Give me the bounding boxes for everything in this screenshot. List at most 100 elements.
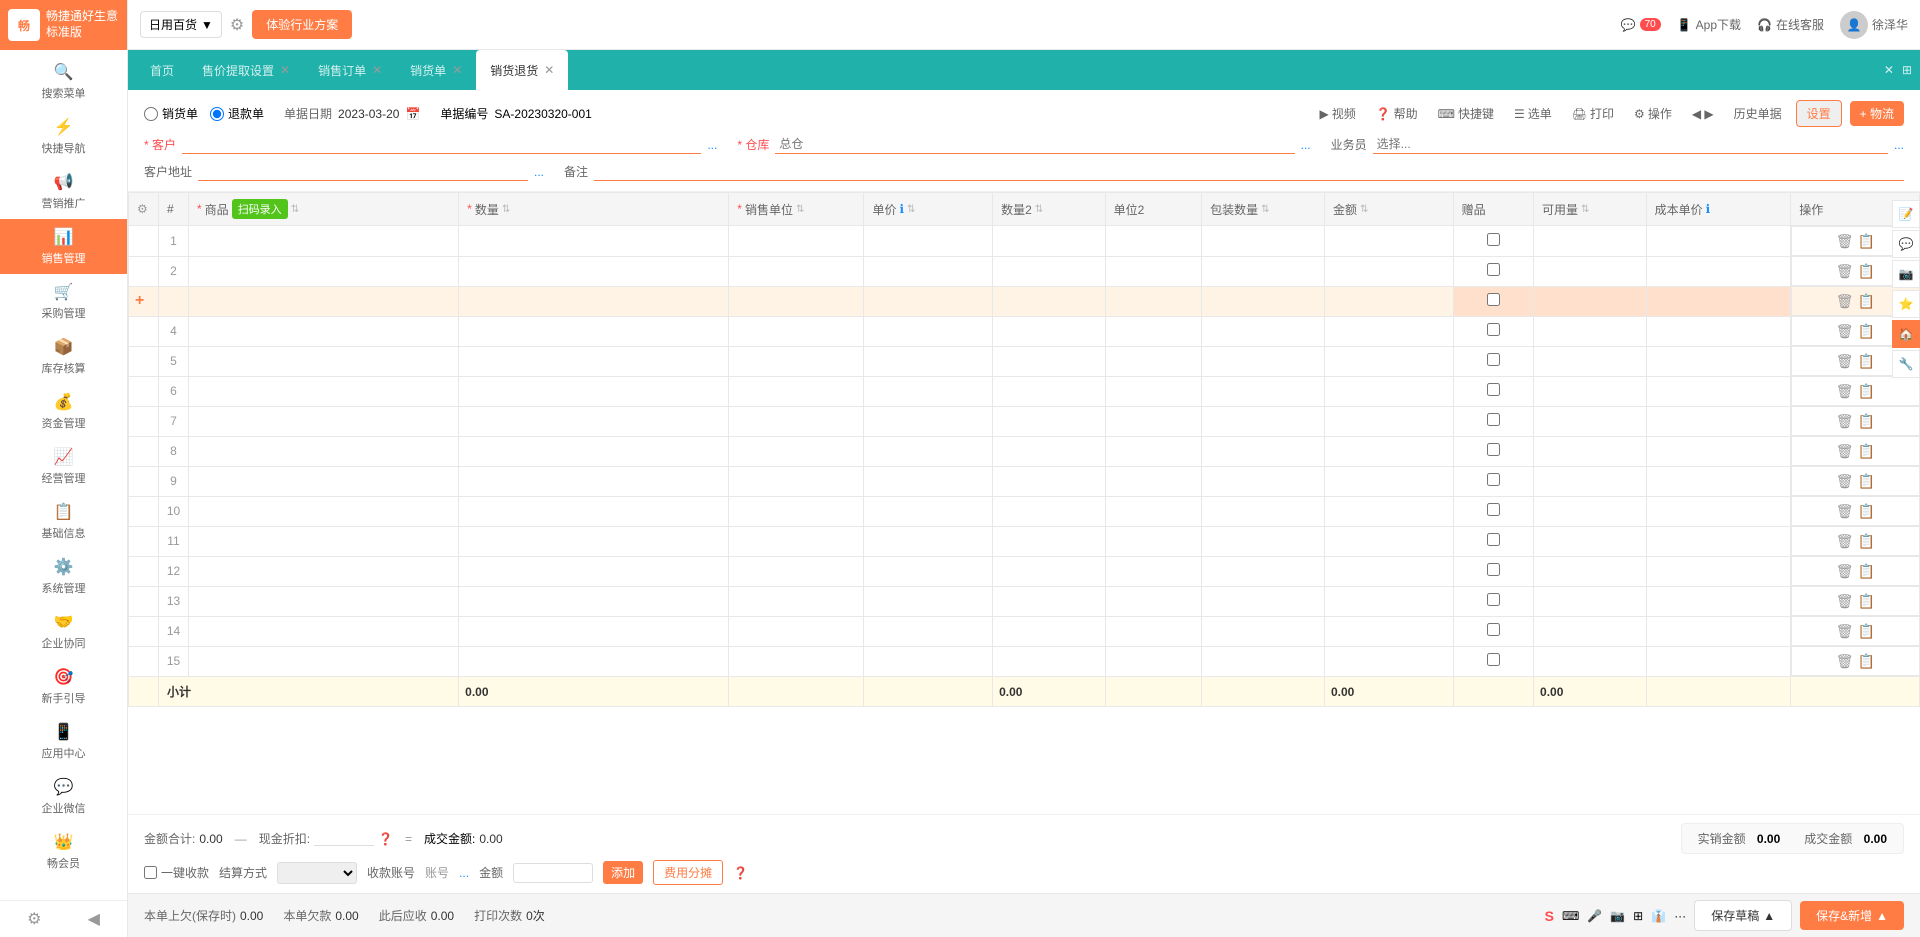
qty-input-1[interactable]	[465, 234, 722, 248]
copy-icon-1[interactable]: 📋	[1858, 233, 1875, 250]
product-input-1[interactable]	[195, 234, 452, 248]
gift-checkbox-5[interactable]	[1487, 353, 1500, 366]
product-sort-icon[interactable]: ⇅	[291, 204, 299, 215]
copy-icon-5[interactable]: 📋	[1858, 353, 1875, 370]
toolbar-operation-btn[interactable]: ⚙ 操作	[1628, 103, 1678, 124]
delete-icon-1[interactable]: 🗑	[1836, 233, 1854, 250]
cost-info-icon[interactable]: ℹ	[1706, 202, 1711, 216]
radio-return[interactable]: 退款单	[210, 105, 264, 122]
salesperson-input[interactable]	[1373, 135, 1888, 154]
delete-icon-13[interactable]: 🗑	[1836, 593, 1854, 610]
copy-icon-6[interactable]: 📋	[1858, 383, 1875, 400]
tab-delivery[interactable]: 销货单 ✕	[396, 50, 476, 90]
copy-icon-11[interactable]: 📋	[1858, 533, 1875, 550]
copy-icon-10[interactable]: 📋	[1858, 503, 1875, 520]
address-input[interactable]	[198, 162, 528, 181]
sidebar-item-marketing[interactable]: 📢 营销推广	[0, 164, 127, 219]
save-draft-btn[interactable]: 保存草稿 ▲	[1694, 900, 1792, 931]
gift-checkbox-3[interactable]	[1487, 293, 1500, 306]
copy-icon-4[interactable]: 📋	[1858, 323, 1875, 340]
sidebar-item-shortcuts[interactable]: ⚡ 快捷导航	[0, 109, 127, 164]
copy-icon-14[interactable]: 📋	[1858, 623, 1875, 640]
qty2-sort-icon[interactable]: ⇅	[1035, 204, 1043, 215]
avail-sort-icon[interactable]: ⇅	[1581, 204, 1589, 215]
gift-checkbox-6[interactable]	[1487, 383, 1500, 396]
tab-price[interactable]: 售价提取设置 ✕	[188, 50, 304, 90]
toolbar-video-btn[interactable]: ▶ 视频	[1313, 103, 1361, 124]
copy-icon-3[interactable]: 📋	[1858, 293, 1875, 310]
radio-delivery-input[interactable]	[144, 107, 158, 121]
delete-icon-2[interactable]: 🗑	[1836, 263, 1854, 280]
tab-delivery-close[interactable]: ✕	[452, 63, 462, 77]
delete-icon-9[interactable]: 🗑	[1836, 473, 1854, 490]
delete-icon-7[interactable]: 🗑	[1836, 413, 1854, 430]
onepay-check[interactable]: 一键收款	[144, 864, 209, 881]
delete-icon-10[interactable]: 🗑	[1836, 503, 1854, 520]
save-new-btn[interactable]: 保存&新增 ▲	[1800, 901, 1904, 930]
experience-btn[interactable]: 体验行业方案	[252, 10, 352, 39]
copy-icon-8[interactable]: 📋	[1858, 443, 1875, 460]
settings-button[interactable]: 设置	[1796, 100, 1842, 127]
gift-checkbox-2[interactable]	[1487, 263, 1500, 276]
tab-return[interactable]: 销货退货 ✕	[476, 50, 568, 90]
gift-checkbox-4[interactable]	[1487, 323, 1500, 336]
sidebar-item-enterprise[interactable]: 🤝 企业协同	[0, 604, 127, 659]
copy-icon-15[interactable]: 📋	[1858, 653, 1875, 670]
gift-checkbox-8[interactable]	[1487, 443, 1500, 456]
toolbar-history-label[interactable]: 历史单据	[1728, 103, 1788, 124]
tab-close-all-icon[interactable]: ✕	[1884, 63, 1894, 77]
table-gear-icon[interactable]: ⚙	[137, 202, 148, 216]
sidebar-item-purchase[interactable]: 🛒 采购管理	[0, 274, 127, 329]
gift-checkbox-13[interactable]	[1487, 593, 1500, 606]
toolbar-help-btn[interactable]: ❓ 帮助	[1370, 103, 1424, 124]
sidebar-collapse-icon[interactable]: ◀	[88, 909, 100, 929]
right-panel-chat[interactable]: 💬	[1892, 230, 1920, 258]
industry-select[interactable]: 日用百货 ▼	[140, 11, 222, 38]
copy-icon-2[interactable]: 📋	[1858, 263, 1875, 280]
delete-icon-8[interactable]: 🗑	[1836, 443, 1854, 460]
tab-price-close[interactable]: ✕	[280, 63, 290, 77]
sidebar-item-newbie[interactable]: 🎯 新手引导	[0, 659, 127, 714]
warehouse-input[interactable]	[775, 135, 1294, 154]
sidebar-item-basic[interactable]: 📋 基础信息	[0, 494, 127, 549]
right-panel-tools[interactable]: 🔧	[1892, 350, 1920, 378]
right-panel-notes[interactable]: 📝	[1892, 200, 1920, 228]
price-sort-icon[interactable]: ⇅	[907, 204, 915, 215]
remark-input[interactable]	[594, 162, 1904, 181]
delete-icon-5[interactable]: 🗑	[1836, 353, 1854, 370]
gift-checkbox-9[interactable]	[1487, 473, 1500, 486]
customer-input[interactable]	[182, 135, 701, 154]
toolbar-history-btn[interactable]: ◀ ▶	[1686, 105, 1720, 123]
delete-icon-4[interactable]: 🗑	[1836, 323, 1854, 340]
toolbar-print-btn[interactable]: 🖨 打印	[1566, 103, 1620, 124]
fee-btn[interactable]: 费用分摊	[653, 860, 723, 885]
right-panel-photo[interactable]: 📷	[1892, 260, 1920, 288]
add-row-btn[interactable]: +	[135, 292, 144, 309]
tab-return-close[interactable]: ✕	[544, 63, 554, 77]
gift-checkbox-1[interactable]	[1487, 233, 1500, 246]
sidebar-item-finance[interactable]: 💰 资金管理	[0, 384, 127, 439]
tab-maximize-icon[interactable]: ⊞	[1902, 63, 1912, 77]
gift-checkbox-10[interactable]	[1487, 503, 1500, 516]
sidebar-item-apps[interactable]: 📱 应用中心	[0, 714, 127, 769]
right-panel-active[interactable]: 🏠	[1892, 320, 1920, 348]
product-input-3[interactable]	[195, 294, 452, 308]
delete-icon-15[interactable]: 🗑	[1836, 653, 1854, 670]
tab-order[interactable]: 销售订单 ✕	[304, 50, 396, 90]
address-dots[interactable]: ...	[534, 165, 544, 179]
salesperson-dots[interactable]: ...	[1894, 138, 1904, 152]
copy-icon-13[interactable]: 📋	[1858, 593, 1875, 610]
sidebar-item-wecom[interactable]: 💬 企业微信	[0, 769, 127, 824]
tab-home[interactable]: 首页	[136, 50, 188, 90]
qty-sort-icon[interactable]: ⇅	[502, 204, 510, 215]
scan-input-btn[interactable]: 扫码录入	[232, 199, 288, 219]
sidebar-item-system[interactable]: ⚙️ 系统管理	[0, 549, 127, 604]
customer-dots[interactable]: ...	[707, 138, 717, 152]
discount-input[interactable]	[314, 831, 374, 846]
delete-icon-12[interactable]: 🗑	[1836, 563, 1854, 580]
message-btn[interactable]: 💬 70	[1621, 18, 1661, 32]
online-service-btn[interactable]: 🎧 在线客服	[1757, 16, 1824, 33]
unit-sort-icon[interactable]: ⇅	[796, 204, 804, 215]
warehouse-dots[interactable]: ...	[1301, 138, 1311, 152]
sidebar-item-sales[interactable]: 📊 销售管理	[0, 219, 127, 274]
